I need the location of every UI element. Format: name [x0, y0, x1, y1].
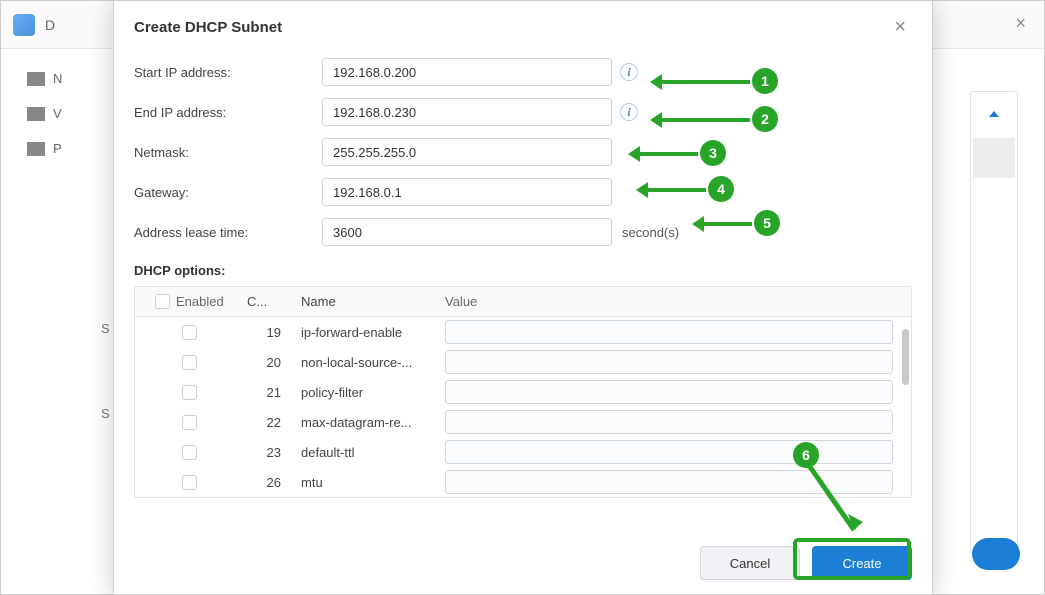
checkbox-all[interactable]	[155, 294, 170, 309]
option-name: default-ttl	[293, 445, 437, 460]
cancel-button[interactable]: Cancel	[700, 546, 800, 580]
chevron-up-icon	[989, 111, 999, 117]
app-title: D	[45, 17, 55, 33]
annot-badge-3: 3	[700, 140, 726, 166]
option-checkbox[interactable]	[182, 415, 197, 430]
bg-sidebar-item-2[interactable]: P	[21, 131, 101, 166]
col-name-label[interactable]: Name	[293, 294, 437, 309]
row-netmask: Netmask:	[134, 137, 912, 167]
option-code: 23	[243, 445, 293, 460]
bg-primary-button[interactable]	[972, 538, 1020, 570]
col-enabled[interactable]: Enabled	[135, 294, 243, 309]
annot-arrow-4	[646, 188, 706, 192]
bg-text-s2: S	[101, 406, 110, 421]
start-ip-input[interactable]	[322, 58, 612, 86]
table-row: 19ip-forward-enable	[135, 317, 911, 347]
option-code: 19	[243, 325, 293, 340]
row-gateway: Gateway:	[134, 177, 912, 207]
option-name: non-local-source-...	[293, 355, 437, 370]
option-value-input[interactable]	[445, 320, 893, 344]
label-end-ip: End IP address:	[134, 105, 322, 120]
options-body: 19ip-forward-enable20non-local-source-..…	[135, 317, 911, 497]
bg-sidebar-item-0[interactable]: N	[21, 61, 101, 96]
bg-sidebar-label: V	[53, 106, 62, 121]
col-enabled-label: Enabled	[176, 294, 224, 309]
netmask-input[interactable]	[322, 138, 612, 166]
info-icon[interactable]: i	[620, 103, 638, 121]
table-row: 21policy-filter	[135, 377, 911, 407]
bg-sidebar-label: P	[53, 141, 62, 156]
lease-time-unit: second(s)	[622, 225, 679, 240]
create-button[interactable]: Create	[812, 546, 912, 580]
option-value-input[interactable]	[445, 350, 893, 374]
label-gateway: Gateway:	[134, 185, 322, 200]
row-lease: Address lease time: second(s)	[134, 217, 912, 247]
lease-time-input[interactable]	[322, 218, 612, 246]
option-name: max-datagram-re...	[293, 415, 437, 430]
label-netmask: Netmask:	[134, 145, 322, 160]
bg-sidebar-label: N	[53, 71, 62, 86]
bg-text-s1: S	[101, 321, 110, 336]
annot-badge-1: 1	[752, 68, 778, 94]
option-name: mtu	[293, 475, 437, 490]
annot-arrow-5	[702, 222, 752, 226]
option-checkbox[interactable]	[182, 355, 197, 370]
gateway-input[interactable]	[322, 178, 612, 206]
option-value-input[interactable]	[445, 380, 893, 404]
annot-badge-4: 4	[708, 176, 734, 202]
annot-badge-5: 5	[754, 210, 780, 236]
scrollbar-thumb[interactable]	[902, 329, 909, 385]
close-icon[interactable]: ×	[888, 15, 912, 39]
option-checkbox[interactable]	[182, 475, 197, 490]
option-name: policy-filter	[293, 385, 437, 400]
bg-right-panel	[970, 91, 1018, 554]
label-start-ip: Start IP address:	[134, 65, 322, 80]
table-row: 22max-datagram-re...	[135, 407, 911, 437]
option-code: 26	[243, 475, 293, 490]
bg-panel-collapse[interactable]	[971, 92, 1017, 136]
option-checkbox[interactable]	[182, 385, 197, 400]
annot-arrow-1	[660, 80, 750, 84]
annot-badge-2: 2	[752, 106, 778, 132]
app-icon	[13, 14, 35, 36]
option-checkbox[interactable]	[182, 445, 197, 460]
annot-arrow-3	[638, 152, 698, 156]
label-lease: Address lease time:	[134, 225, 322, 240]
row-end-ip: End IP address: i	[134, 97, 912, 127]
row-start-ip: Start IP address: i	[134, 57, 912, 87]
col-code-label[interactable]: C...	[243, 294, 293, 309]
bg-sidebar: N V P	[21, 61, 101, 574]
option-checkbox[interactable]	[182, 325, 197, 340]
modal-header: Create DHCP Subnet ×	[114, 1, 932, 49]
options-header: Enabled C... Name Value	[135, 287, 911, 317]
modal-title: Create DHCP Subnet	[134, 19, 282, 36]
annot-arrow-2	[660, 118, 750, 122]
table-row: 20non-local-source-...	[135, 347, 911, 377]
dhcp-options-label: DHCP options:	[134, 263, 912, 278]
option-code: 21	[243, 385, 293, 400]
dhcp-options-table: Enabled C... Name Value 19ip-forward-ena…	[134, 286, 912, 498]
option-name: ip-forward-enable	[293, 325, 437, 340]
bg-panel-body	[973, 138, 1015, 178]
end-ip-input[interactable]	[322, 98, 612, 126]
bg-sidebar-item-1[interactable]: V	[21, 96, 101, 131]
col-value-label[interactable]: Value	[437, 294, 911, 309]
option-value-input[interactable]	[445, 410, 893, 434]
option-code: 20	[243, 355, 293, 370]
option-code: 22	[243, 415, 293, 430]
bg-close-icon[interactable]: ×	[1015, 13, 1026, 34]
table-row: 26mtu	[135, 467, 911, 497]
annot-arrow-6	[800, 458, 870, 546]
info-icon[interactable]: i	[620, 63, 638, 81]
